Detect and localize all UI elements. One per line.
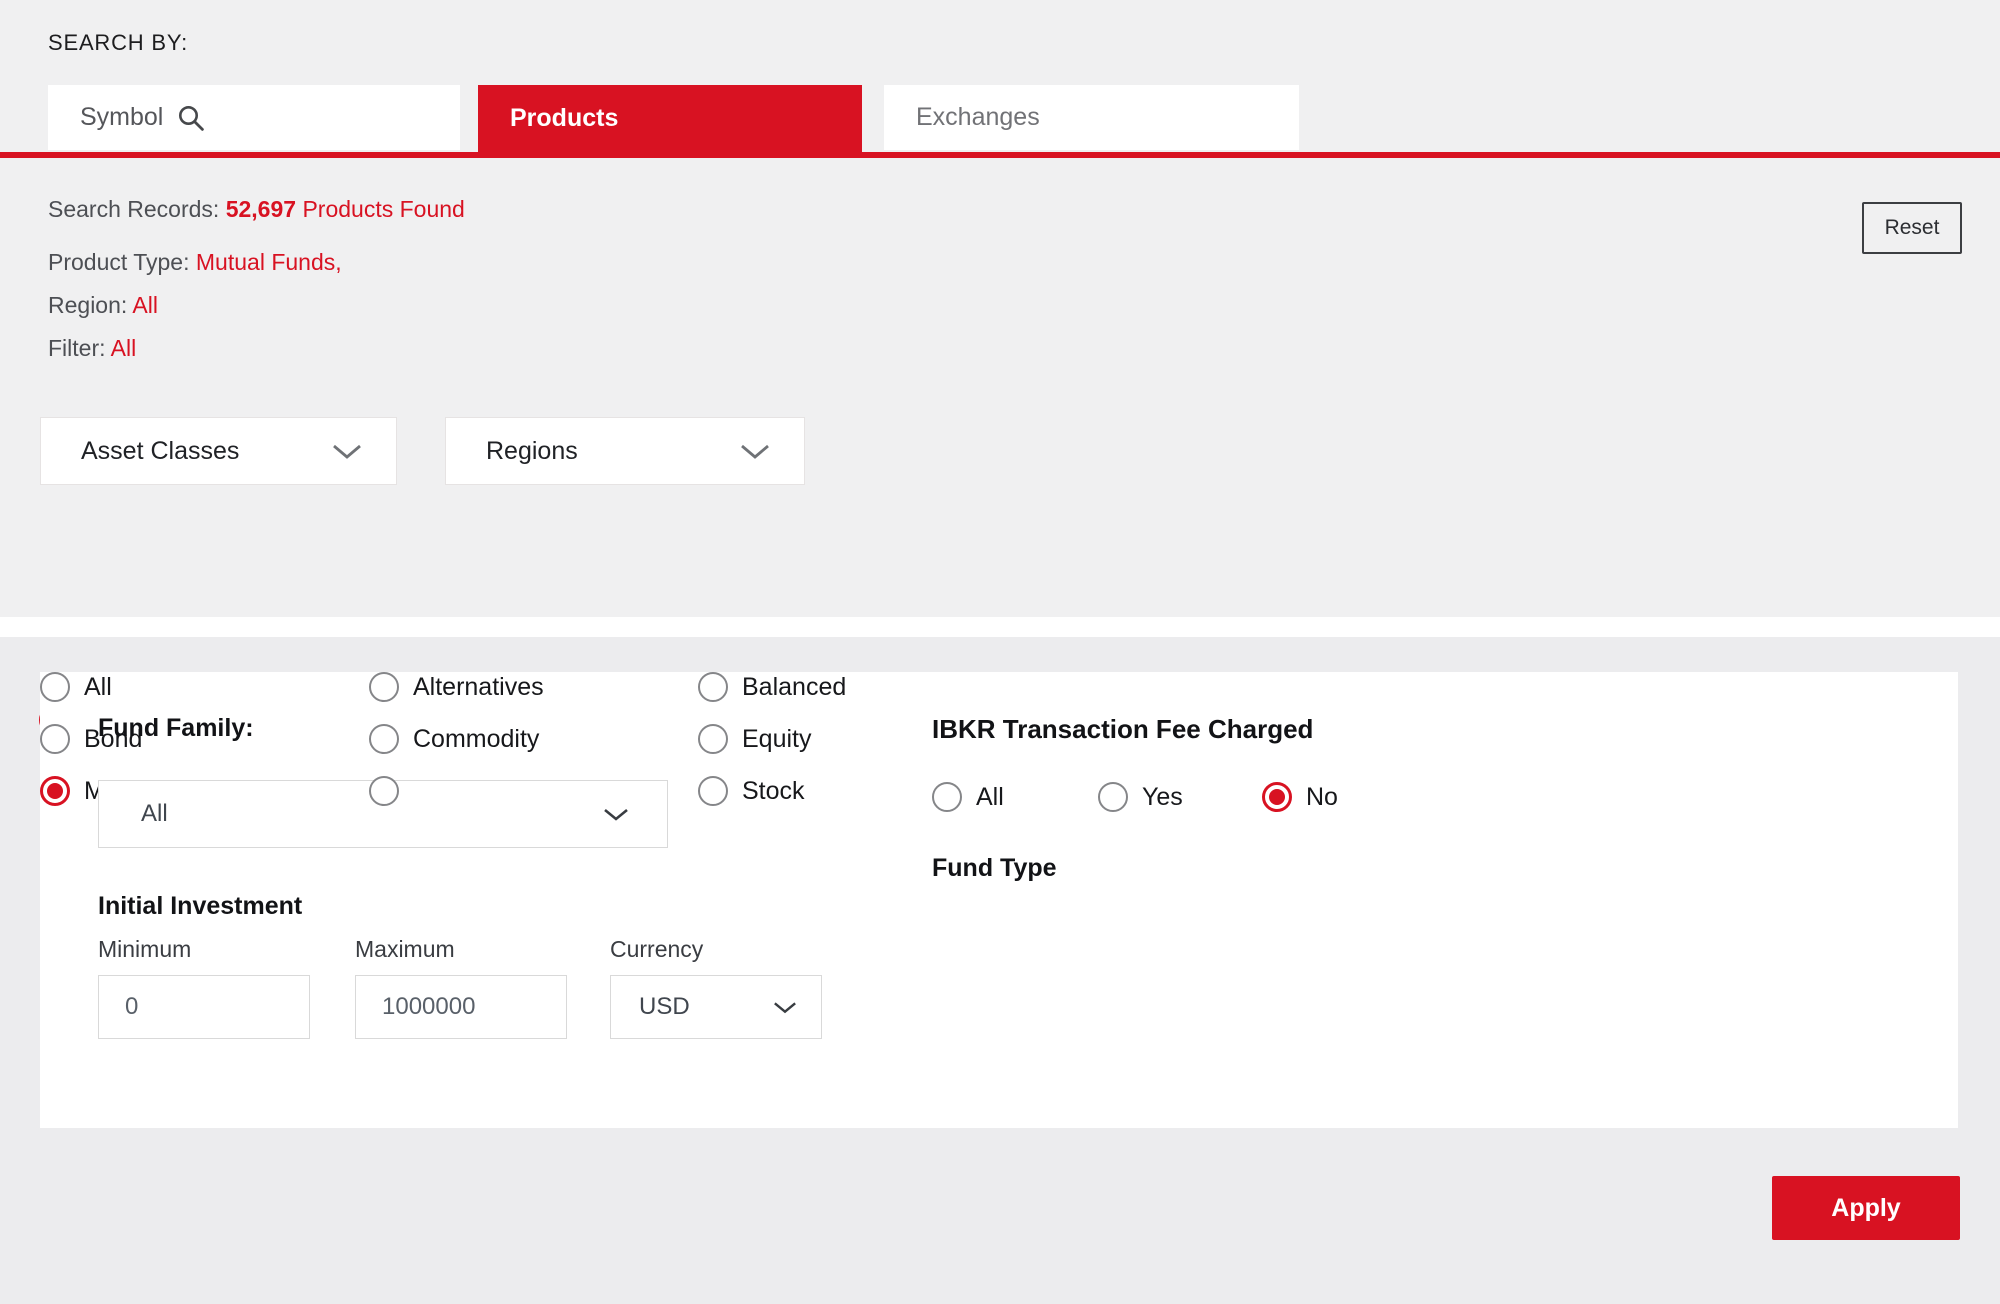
- radio-icon: [698, 776, 728, 806]
- fund-family-value: All: [141, 800, 168, 828]
- radio-icon: [369, 776, 399, 806]
- filter-label: Filter:: [48, 335, 106, 361]
- radio-option-label: Balanced: [742, 673, 846, 702]
- radio-icon: [40, 672, 70, 702]
- radio-option-label: Alternatives: [413, 673, 544, 702]
- tab-symbol[interactable]: Symbol: [48, 85, 460, 150]
- tab-products[interactable]: Products: [478, 85, 862, 158]
- minimum-investment-input[interactable]: [98, 975, 310, 1039]
- radio-option-alternatives[interactable]: Alternatives: [369, 672, 698, 702]
- region-label: Region:: [48, 292, 127, 318]
- product-type-label: Product Type:: [48, 249, 190, 275]
- apply-button[interactable]: Apply: [1772, 1176, 1960, 1240]
- radio-option-all[interactable]: All: [932, 782, 1004, 812]
- radio-icon: [698, 672, 728, 702]
- search-summary-section: Search Records: 52,697 Products Found Pr…: [0, 158, 2000, 617]
- radio-icon: [698, 724, 728, 754]
- chevron-down-icon: [740, 444, 770, 459]
- radio-option-label: Equity: [742, 725, 811, 754]
- radio-icon: [1098, 782, 1128, 812]
- search-records-count: 52,697: [226, 196, 296, 222]
- tab-symbol-label: Symbol: [80, 103, 163, 132]
- chevron-down-icon: [603, 808, 629, 821]
- radio-icon: [40, 724, 70, 754]
- search-icon: [177, 104, 205, 132]
- radio-option-label: All: [84, 673, 112, 702]
- radio-icon: [369, 724, 399, 754]
- fund-filters-panel: Fund Family: All Initial Investment Mini…: [40, 672, 1958, 1128]
- section-divider: [0, 617, 2000, 637]
- currency-value: USD: [639, 993, 690, 1021]
- product-type-line: Product Type: Mutual Funds,: [48, 249, 342, 276]
- search-records-suffix: Products Found: [302, 196, 464, 222]
- filter-line: Filter: All: [48, 335, 136, 362]
- radio-option-yes[interactable]: Yes: [1098, 782, 1183, 812]
- radio-icon: [369, 672, 399, 702]
- tab-exchanges-label: Exchanges: [916, 103, 1040, 132]
- search-by-label: SEARCH BY:: [48, 30, 188, 56]
- maximum-investment-input[interactable]: [355, 975, 567, 1039]
- fund-type-heading: Fund Type: [932, 854, 1057, 883]
- filter-value: All: [111, 335, 137, 361]
- radio-option-label: Commodity: [413, 725, 539, 754]
- ibkr-fee-heading: IBKR Transaction Fee Charged: [932, 714, 1313, 745]
- maximum-label: Maximum: [355, 936, 455, 963]
- radio-option-balanced[interactable]: Balanced: [698, 672, 1027, 702]
- radio-option-no[interactable]: No: [1262, 782, 1338, 812]
- minimum-label: Minimum: [98, 936, 191, 963]
- search-records-line: Search Records: 52,697 Products Found: [48, 196, 465, 223]
- product-search-screen: SEARCH BY: Symbol Products Exchanges Sea…: [0, 0, 2000, 1304]
- radio-option-label: Yes: [1142, 783, 1183, 812]
- region-line: Region: All: [48, 292, 158, 319]
- regions-dropdown-label: Regions: [486, 437, 578, 466]
- radio-icon: [932, 782, 962, 812]
- region-value: All: [132, 292, 158, 318]
- radio-option-all[interactable]: All: [40, 672, 369, 702]
- tab-products-label: Products: [510, 104, 618, 133]
- search-header: SEARCH BY: Symbol Products Exchanges: [0, 0, 2000, 158]
- chevron-down-icon: [773, 1001, 797, 1014]
- initial-investment-heading: Initial Investment: [98, 892, 302, 921]
- product-type-value: Mutual Funds,: [196, 249, 342, 275]
- fund-family-heading: Fund Family:: [98, 714, 254, 743]
- radio-selected-icon: [1262, 782, 1292, 812]
- reset-button[interactable]: Reset: [1862, 202, 1962, 254]
- radio-option-label: All: [976, 783, 1004, 812]
- asset-classes-dropdown-label: Asset Classes: [81, 437, 239, 466]
- radio-option-label: No: [1306, 783, 1338, 812]
- search-records-label: Search Records:: [48, 196, 219, 222]
- currency-select[interactable]: USD: [610, 975, 822, 1039]
- currency-label: Currency: [610, 936, 703, 963]
- radio-selected-icon: [40, 776, 70, 806]
- tab-exchanges[interactable]: Exchanges: [884, 85, 1299, 150]
- regions-dropdown[interactable]: Regions: [445, 417, 805, 485]
- asset-classes-dropdown[interactable]: Asset Classes: [40, 417, 397, 485]
- radio-option-commodity[interactable]: Commodity: [369, 724, 698, 754]
- chevron-down-icon: [332, 444, 362, 459]
- radio-option-label: Stock: [742, 777, 805, 806]
